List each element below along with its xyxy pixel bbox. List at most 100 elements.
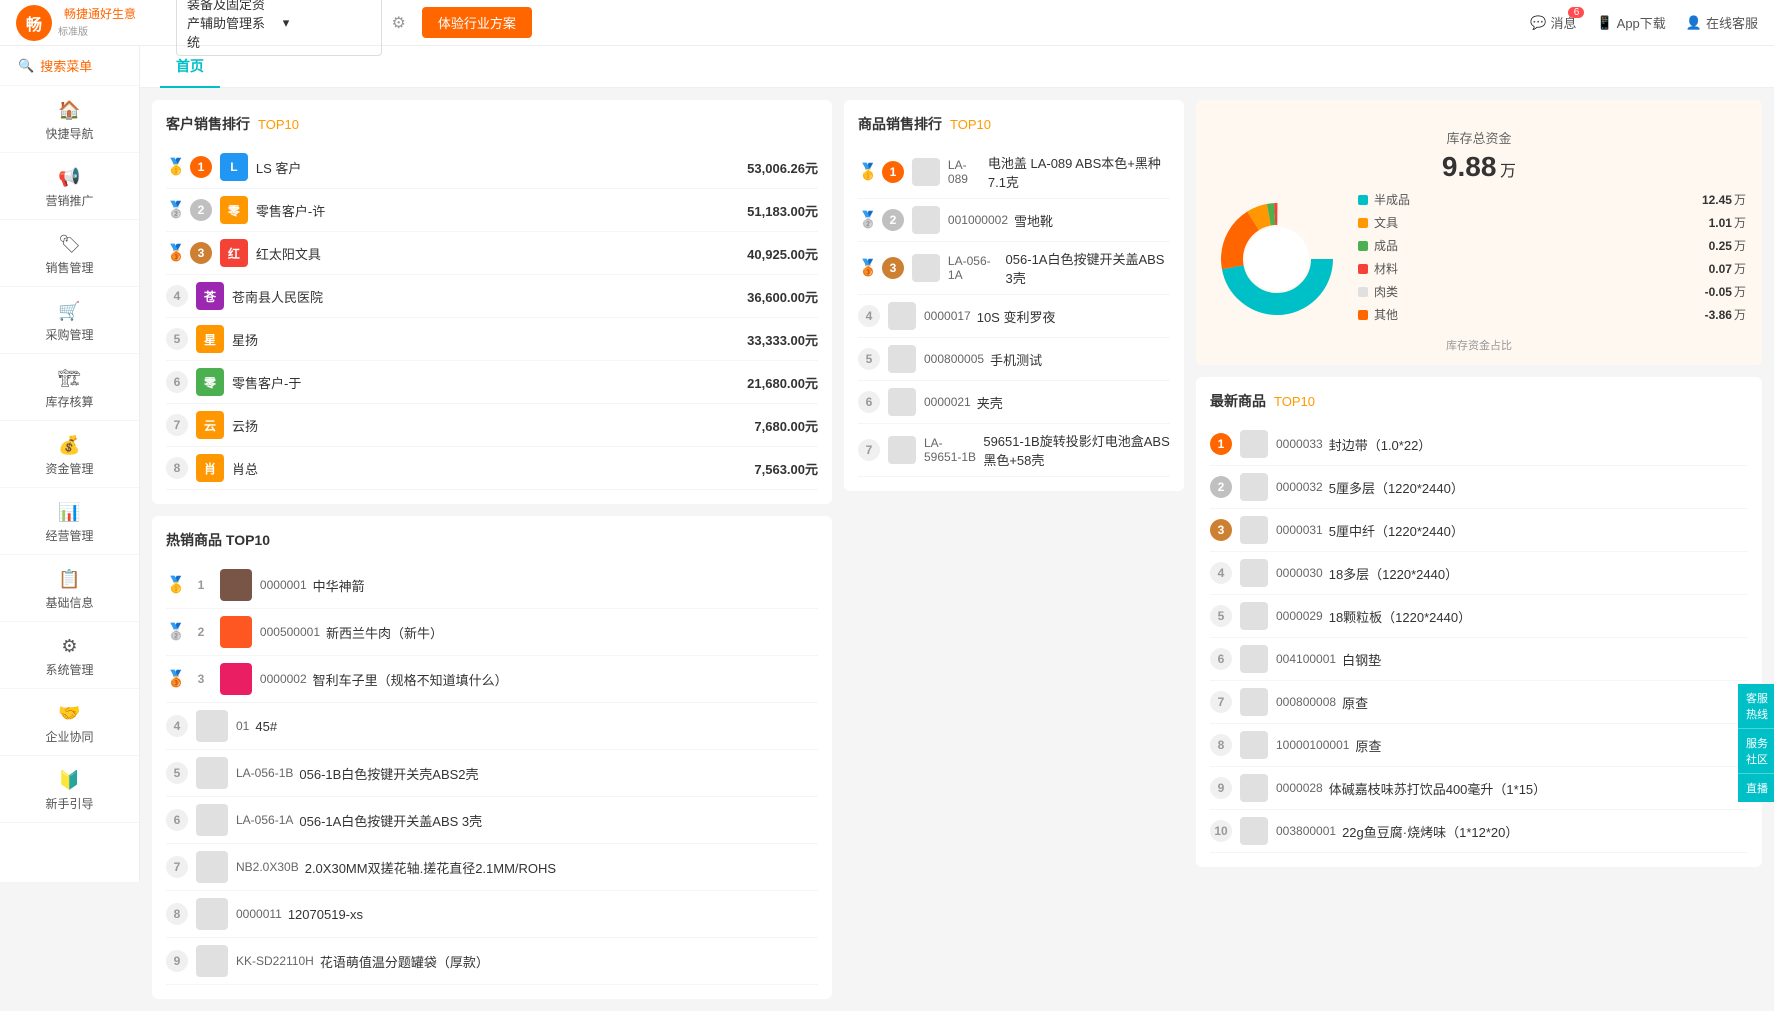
- sidebar-item-finance[interactable]: 💰 资金管理: [0, 421, 139, 488]
- sidebar-item-basic[interactable]: 📋 基础信息: [0, 555, 139, 622]
- np-rank-num: 1: [1210, 433, 1232, 455]
- sidebar-label-guide: 新手引导: [45, 795, 93, 812]
- quick-nav-icon: 🏠: [58, 100, 80, 121]
- new-products-title-text: 最新商品: [1210, 391, 1266, 411]
- sidebar-item-purchase[interactable]: 🛒 采购管理: [0, 287, 139, 354]
- hot-product-item: 🥉 3 0000002 智利车子里（规格不知道填什么）: [166, 656, 818, 703]
- prod-code: 001000002: [948, 213, 1008, 227]
- customer-value: 40,925.00元: [747, 244, 818, 263]
- rank-number: 8: [166, 457, 188, 479]
- sidebar-label-basic: 基础信息: [45, 594, 93, 611]
- prod-img: [912, 206, 940, 234]
- float-btn-1[interactable]: 服务 社区: [1738, 729, 1774, 774]
- settings-icon[interactable]: ⚙: [392, 13, 406, 33]
- service-label: 在线客服: [1706, 13, 1758, 32]
- product-rank-item: 4 0000017 10S 变利罗夜: [858, 295, 1170, 338]
- prod-rank-num: 4: [858, 305, 880, 327]
- inventory-unit: 万: [1500, 163, 1516, 180]
- np-rank-num: 5: [1210, 605, 1232, 627]
- sidebar-label-enterprise: 企业协同: [45, 728, 93, 745]
- trial-button[interactable]: 体验行业方案: [422, 7, 532, 38]
- guide-icon: 🔰: [58, 770, 80, 791]
- rank-number: 3: [190, 242, 212, 264]
- legend-dot: [1358, 264, 1368, 274]
- product-image: [196, 804, 228, 836]
- product-ranking-card: 商品销售排行 TOP10 🥇 1 LA-089 电池盖 LA-089 ABS本色…: [844, 100, 1184, 491]
- hot-product-name: 新西兰牛肉（新牛）: [326, 623, 443, 642]
- np-rank-num: 8: [1210, 734, 1232, 756]
- hot-product-code: 0000011: [236, 907, 282, 921]
- sidebar-item-enterprise[interactable]: 🤝 企业协同: [0, 689, 139, 756]
- prod-name: 手机测试: [990, 350, 1042, 369]
- prod-code: 0000017: [924, 309, 971, 323]
- prod-name: 056-1A白色按键开关盖ABS 3壳: [1006, 249, 1170, 287]
- middle-column: 商品销售排行 TOP10 🥇 1 LA-089 电池盖 LA-089 ABS本色…: [844, 100, 1184, 999]
- sidebar-item-system[interactable]: ⚙ 系统管理: [0, 622, 139, 689]
- logo-icon: 畅: [16, 5, 52, 41]
- legend-unit: 万: [1734, 237, 1746, 254]
- legend-item: 文具 1.01 万: [1358, 214, 1746, 231]
- messages-button[interactable]: 💬 消息 6: [1530, 13, 1576, 32]
- new-product-item: 5 0000029 18颗粒板（1220*2440）: [1210, 595, 1748, 638]
- inventory-amount: 9.88: [1442, 151, 1497, 182]
- prod-name: 夹壳: [977, 393, 1003, 412]
- np-name: 体碱嘉枝味苏打饮品400毫升（1*15）: [1329, 779, 1546, 798]
- legend-unit: 万: [1734, 214, 1746, 231]
- search-icon: 🔍: [18, 58, 34, 74]
- prod-rank-num: 1: [882, 161, 904, 183]
- logo-char: 畅: [26, 11, 42, 35]
- prod-code: 0000021: [924, 395, 971, 409]
- product-rank-item: 🥇 1 LA-089 电池盖 LA-089 ABS本色+黑种 7.1克: [858, 146, 1170, 199]
- prod-medal-1: 🥇: [858, 162, 878, 182]
- system-selector[interactable]: 装备及固定资产辅助管理系统 ▾: [176, 0, 382, 56]
- sidebar-search[interactable]: 🔍 搜索菜单: [0, 46, 139, 86]
- customer-value: 21,680.00元: [747, 373, 818, 392]
- customer-ranking-card: 客户销售排行 TOP10 🥇 1 L LS 客户 53,006.26元 🥈 2 …: [152, 100, 832, 504]
- sidebar-item-quick-nav[interactable]: 🏠 快捷导航: [0, 86, 139, 153]
- customer-value: 51,183.00元: [747, 201, 818, 220]
- legend-unit: 万: [1734, 283, 1746, 300]
- customer-avatar: 肖: [196, 454, 224, 482]
- sidebar-item-inventory[interactable]: 🏗 库存核算: [0, 354, 139, 421]
- new-product-item: 6 004100001 白钢垫: [1210, 638, 1748, 681]
- legend-value: 12.45: [1702, 193, 1732, 207]
- np-img: [1240, 430, 1268, 458]
- float-btn-0[interactable]: 客服 热线: [1738, 684, 1774, 729]
- prod-img: [912, 254, 940, 282]
- sidebar-item-sales[interactable]: 🏷 销售管理: [0, 220, 139, 287]
- hot-product-item: 7 NB2.0X30B 2.0X30MM双搓花轴.搓花直径2.1MM/ROHS: [166, 844, 818, 891]
- app-download-button[interactable]: 📱 App下载: [1596, 13, 1665, 32]
- hot-product-name: 12070519-xs: [288, 907, 363, 922]
- np-code: 10000100001: [1276, 738, 1349, 752]
- legend-item: 肉类 -0.05 万: [1358, 283, 1746, 300]
- np-img: [1240, 473, 1268, 501]
- sidebar-item-operations[interactable]: 📊 经营管理: [0, 488, 139, 555]
- customer-service-button[interactable]: 👤 在线客服: [1686, 13, 1758, 32]
- legend-dot: [1358, 195, 1368, 205]
- product-image: [196, 710, 228, 742]
- page-tabs: 首页: [140, 46, 1774, 88]
- hot-product-item: 6 LA-056-1A 056-1A白色按键开关盖ABS 3壳: [166, 797, 818, 844]
- logo-name: 畅捷通好生意: [64, 7, 136, 23]
- legend-unit: 万: [1734, 306, 1746, 323]
- prod-rank-num: 2: [882, 209, 904, 231]
- purchase-icon: 🛒: [58, 301, 80, 322]
- np-img: [1240, 731, 1268, 759]
- customer-name: LS 客户: [256, 158, 747, 177]
- legend-unit: 万: [1734, 260, 1746, 277]
- rank-medal-2: 🥈: [166, 200, 186, 220]
- sidebar-item-guide[interactable]: 🔰 新手引导: [0, 756, 139, 823]
- sidebar-item-marketing[interactable]: 📢 营销推广: [0, 153, 139, 220]
- prod-img: [888, 302, 916, 330]
- hot-product-name: 2.0X30MM双搓花轴.搓花直径2.1MM/ROHS: [305, 858, 556, 877]
- product-image: [196, 945, 228, 977]
- np-rank-num: 4: [1210, 562, 1232, 584]
- np-img: [1240, 559, 1268, 587]
- prod-img: [888, 436, 916, 464]
- np-name: 5厘多层（1220*2440）: [1329, 478, 1464, 497]
- hot-product-name: 花语萌值温分题罐袋（厚款）: [320, 952, 489, 971]
- prod-name: 10S 变利罗夜: [977, 307, 1056, 326]
- hot-product-name: 056-1B白色按键开关壳ABS2壳: [299, 764, 478, 783]
- float-btn-2[interactable]: 直播: [1738, 774, 1774, 802]
- marketing-icon: 📢: [58, 167, 80, 188]
